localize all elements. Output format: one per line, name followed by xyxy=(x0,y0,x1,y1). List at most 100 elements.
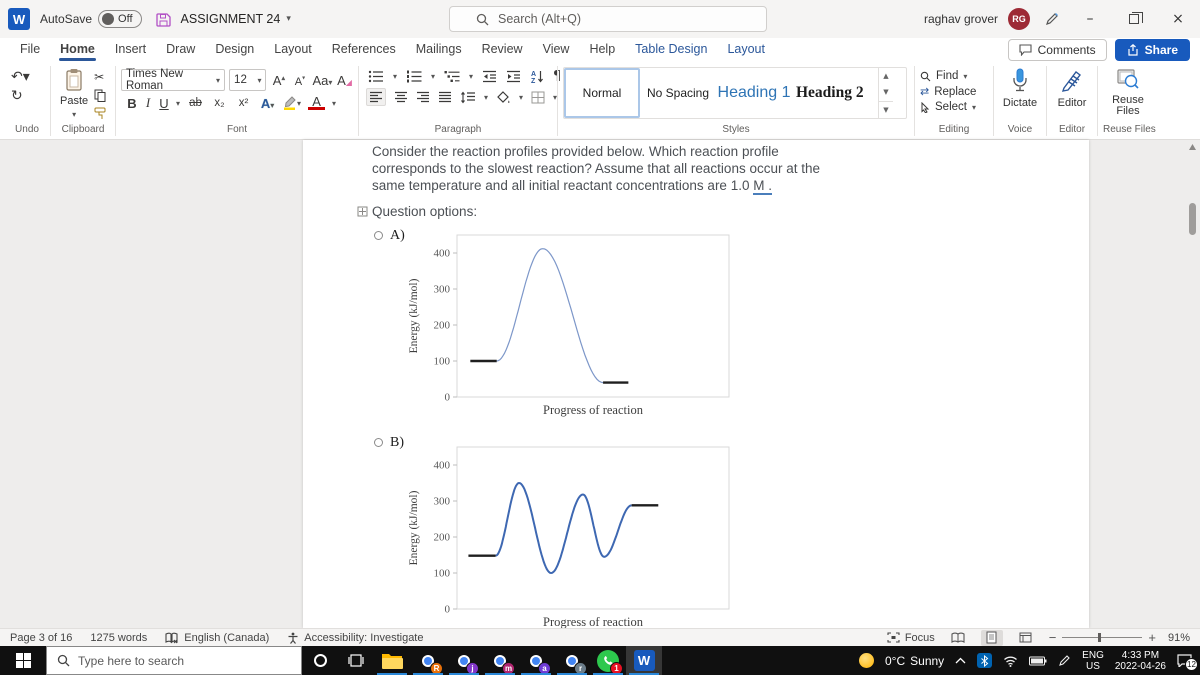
tab-view[interactable]: View xyxy=(533,39,580,61)
align-center-button[interactable] xyxy=(394,91,408,103)
comments-button[interactable]: Comments xyxy=(1007,39,1107,61)
bullets-button[interactable] xyxy=(368,70,384,83)
styles-scroll-up[interactable]: ▲ xyxy=(879,68,893,84)
taskbar-app-chrome-m[interactable]: m xyxy=(482,646,518,675)
option-b-radio[interactable] xyxy=(374,438,383,447)
styles-scroll-down[interactable]: ▼ xyxy=(879,84,893,100)
autosave-control[interactable]: AutoSave Off xyxy=(40,10,142,28)
focus-mode-button[interactable]: Focus xyxy=(887,632,935,644)
styles-gallery-more[interactable]: ▼ xyxy=(879,100,893,118)
style-normal[interactable]: Normal xyxy=(564,68,640,118)
battery-icon[interactable] xyxy=(1029,656,1047,666)
document-page[interactable]: Consider the reaction profiles provided … xyxy=(303,140,1089,629)
zoom-slider-thumb[interactable] xyxy=(1098,633,1102,642)
word-count[interactable]: 1275 words xyxy=(90,632,147,644)
taskbar-app-chrome-j[interactable]: j xyxy=(446,646,482,675)
find-button[interactable]: Find ▾ xyxy=(920,70,988,82)
tray-expand-icon[interactable] xyxy=(955,657,966,664)
font-size-combo[interactable]: 12 ▾ xyxy=(229,69,267,91)
copy-button[interactable] xyxy=(94,89,107,102)
zoom-level[interactable]: 91% xyxy=(1168,632,1190,644)
wifi-icon[interactable] xyxy=(1003,655,1018,667)
undo-button[interactable]: ↶▾ xyxy=(11,70,43,84)
select-button[interactable]: Select ▾ xyxy=(920,101,988,113)
scrollbar-thumb[interactable] xyxy=(1189,203,1196,235)
taskbar-app-chrome-a[interactable]: a xyxy=(518,646,554,675)
numbering-button[interactable] xyxy=(406,70,422,83)
text-effects-button[interactable]: A▾ xyxy=(259,96,276,111)
style-heading-2[interactable]: Heading 2 xyxy=(792,68,878,118)
shading-button[interactable] xyxy=(496,90,511,104)
task-view-button[interactable] xyxy=(338,646,374,675)
taskbar-app-word[interactable]: W xyxy=(626,646,662,675)
tab-mailings[interactable]: Mailings xyxy=(406,39,472,61)
scroll-up-arrow[interactable] xyxy=(1188,143,1197,151)
tab-draw[interactable]: Draw xyxy=(156,39,205,61)
weather-widget[interactable]: 0°C Sunny xyxy=(885,654,944,668)
change-case-button[interactable]: Aa▾ xyxy=(312,73,332,88)
reuse-files-button[interactable]: Reuse Files xyxy=(1108,65,1148,124)
language-indicator[interactable]: ENG US xyxy=(1082,650,1104,672)
zoom-slider[interactable] xyxy=(1062,633,1143,642)
tab-home[interactable]: Home xyxy=(50,39,105,61)
underline-dropdown-icon[interactable]: ▾ xyxy=(176,99,180,108)
format-painter-button[interactable] xyxy=(94,107,107,120)
paste-button[interactable]: Paste ▾ xyxy=(56,65,92,124)
search-box[interactable]: Search (Alt+Q) xyxy=(449,6,767,32)
user-avatar[interactable]: RG xyxy=(1008,8,1030,30)
shrink-font-button[interactable]: A▾ xyxy=(291,73,308,87)
page-indicator[interactable]: Page 3 of 16 xyxy=(10,632,72,644)
taskbar-search[interactable]: Type here to search xyxy=(46,646,302,675)
tab-help[interactable]: Help xyxy=(579,39,625,61)
taskbar-app-chrome-r2[interactable]: r xyxy=(554,646,590,675)
align-left-button[interactable] xyxy=(366,88,386,106)
reaction-profile-chart-a[interactable]: 0 100 200 300 400 Energy (kJ/mol) Progress of … xyxy=(403,230,735,420)
close-button[interactable]: × xyxy=(1156,0,1200,38)
tab-file[interactable]: File xyxy=(10,39,50,61)
bold-button[interactable]: B xyxy=(127,96,137,111)
clock[interactable]: 4:33 PM 2022-04-26 xyxy=(1115,650,1166,672)
pen-mode-icon[interactable] xyxy=(1044,11,1060,27)
table-move-handle-icon[interactable] xyxy=(357,206,368,217)
vertical-scrollbar[interactable] xyxy=(1186,140,1199,628)
increase-indent-button[interactable] xyxy=(506,70,521,83)
style-heading-1[interactable]: Heading 1 xyxy=(716,68,792,118)
share-button[interactable]: Share xyxy=(1114,39,1190,61)
zoom-out-button[interactable]: − xyxy=(1049,630,1057,645)
tab-layout-contextual[interactable]: Layout xyxy=(717,39,775,61)
justify-button[interactable] xyxy=(438,91,452,103)
font-name-combo[interactable]: Times New Roman ▾ xyxy=(121,68,226,92)
highlight-button[interactable]: ▾ xyxy=(283,96,301,110)
tab-layout[interactable]: Layout xyxy=(264,39,322,61)
web-layout-button[interactable] xyxy=(1015,630,1037,646)
style-no-spacing[interactable]: No Spacing xyxy=(640,68,716,118)
multilevel-list-button[interactable] xyxy=(444,70,460,83)
taskbar-app-chrome-r[interactable]: R xyxy=(410,646,446,675)
dictate-button[interactable]: Dictate xyxy=(999,65,1041,124)
clear-formatting-button[interactable]: A◢ xyxy=(336,73,353,88)
replace-button[interactable]: ⇄ Replace xyxy=(920,85,988,98)
zoom-in-button[interactable]: + xyxy=(1148,630,1156,645)
sort-button[interactable]: AZ xyxy=(530,70,544,83)
taskbar-app-file-explorer[interactable] xyxy=(374,646,410,675)
pen-tray-icon[interactable] xyxy=(1058,654,1071,667)
font-color-button[interactable]: A xyxy=(308,95,326,110)
cortana-button[interactable] xyxy=(302,646,338,675)
document-title[interactable]: ASSIGNMENT 24 ▾ xyxy=(181,12,291,26)
superscript-button[interactable]: x² xyxy=(235,97,252,109)
read-mode-button[interactable] xyxy=(947,630,969,646)
tab-insert[interactable]: Insert xyxy=(105,39,156,61)
reaction-profile-chart-b[interactable]: 0 100 200 300 400 Energy (kJ/mol) Progress of … xyxy=(403,442,735,632)
taskbar-app-whatsapp[interactable]: 1 xyxy=(590,646,626,675)
redo-button[interactable]: ↻ xyxy=(11,89,43,103)
borders-button[interactable] xyxy=(531,91,545,104)
accessibility-status[interactable]: Accessibility: Investigate xyxy=(287,632,423,644)
align-right-button[interactable] xyxy=(416,91,430,103)
tab-table-design[interactable]: Table Design xyxy=(625,39,717,61)
proofing-status[interactable]: English (Canada) xyxy=(165,632,269,644)
autosave-toggle[interactable]: Off xyxy=(98,10,142,28)
minimize-button[interactable]: – xyxy=(1068,0,1112,38)
tab-design[interactable]: Design xyxy=(205,39,264,61)
font-color-dropdown-icon[interactable]: ▾ xyxy=(332,99,336,108)
editor-button[interactable]: Editor xyxy=(1054,65,1091,124)
